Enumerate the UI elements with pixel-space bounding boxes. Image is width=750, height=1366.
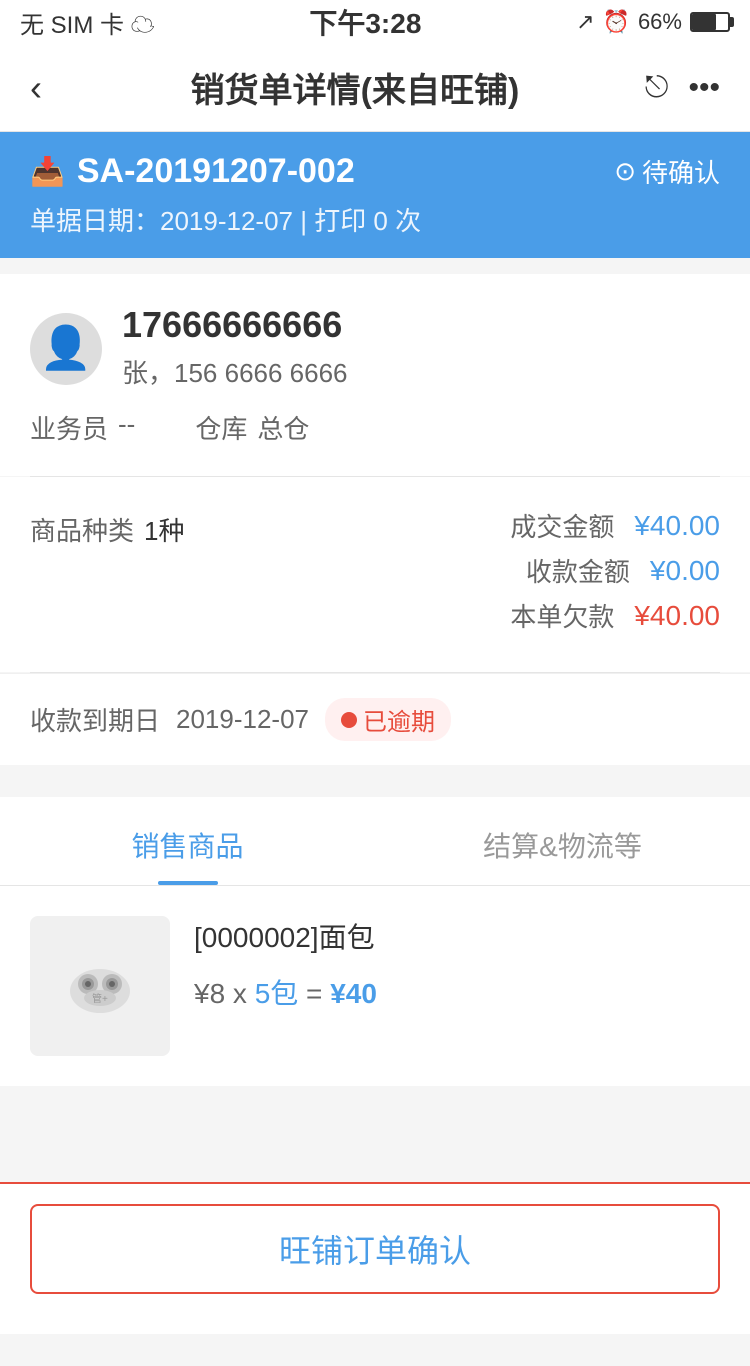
salesperson-label: 业务员 (30, 409, 108, 446)
product-list: 管+ [0000002]面包 ¥8 x 5包 = ¥40 (0, 886, 750, 1086)
avatar: 👤 (30, 313, 102, 385)
debt-amount-label: 本单欠款 (510, 597, 614, 634)
deal-amount-label: 成交金额 (510, 507, 614, 544)
product-price: ¥8 x 5包 = ¥40 (194, 972, 720, 1012)
battery-icon (690, 12, 730, 32)
nav-actions: ⎋ ••• (620, 71, 720, 105)
bottom-bar: 旺铺订单确认 (0, 1182, 750, 1334)
salesperson-field: 业务员 -- (30, 409, 135, 446)
share-icon[interactable]: ⎋ (645, 71, 669, 105)
nav-bar: ‹ 销货单详情(来自旺铺) ⎋ ••• (0, 44, 750, 132)
overdue-dot-icon (341, 712, 357, 728)
inbox-icon: 📥 (30, 155, 65, 188)
due-date-value: 2019-12-07 (176, 704, 309, 735)
customer-section: 👤 17666666666 张，156 6666 6666 业务员 -- 仓库 … (0, 274, 750, 476)
product-item: 管+ [0000002]面包 ¥8 x 5包 = ¥40 (30, 916, 720, 1056)
order-header-banner: 📥 SA-20191207-002 ⊙ 待确认 单据日期：2019-12-07 … (0, 132, 750, 258)
deal-amount-value: ¥40.00 (634, 510, 720, 542)
more-icon[interactable]: ••• (688, 71, 720, 105)
divider-3 (0, 765, 750, 781)
order-status: ⊙ 待确认 (614, 153, 720, 190)
order-id: 📥 SA-20191207-002 (30, 152, 355, 191)
customer-top: 👤 17666666666 张，156 6666 6666 (30, 304, 720, 393)
tabs-container: 销售商品 结算&物流等 (0, 797, 750, 886)
nav-title: 销货单详情(来自旺铺) (90, 63, 620, 112)
status-time: 下午3:28 (309, 2, 421, 42)
overdue-badge: 已逾期 (325, 698, 451, 741)
price-total: ¥40 (330, 978, 377, 1009)
price-qty: 5包 (255, 978, 299, 1009)
salesperson-value: -- (118, 409, 135, 446)
debt-amount-value: ¥40.00 (634, 600, 720, 632)
warehouse-field: 仓库 总仓 (195, 409, 309, 446)
battery-percent: 66% (638, 9, 682, 35)
summary-section: 商品种类 1种 成交金额 ¥40.00 收款金额 ¥0.00 本单欠款 ¥40.… (0, 477, 750, 672)
debt-amount-row: 本单欠款 ¥40.00 (510, 597, 720, 634)
tab-sales-product[interactable]: 销售商品 (0, 797, 375, 885)
payment-amount-value: ¥0.00 (650, 555, 720, 587)
payment-amount-row: 收款金额 ¥0.00 (510, 552, 720, 589)
kind-label: 商品种类 (30, 511, 134, 548)
equals-text: = (298, 978, 330, 1009)
status-right: ↗ ⏰ 66% (576, 9, 730, 35)
customer-phone: 17666666666 (122, 304, 348, 346)
customer-name: 张，156 6666 6666 (122, 354, 348, 393)
arrow-icon: ↗ (576, 9, 594, 35)
confirm-order-button[interactable]: 旺铺订单确认 (30, 1204, 720, 1294)
product-name: [0000002]面包 (194, 916, 720, 956)
banner-top: 📥 SA-20191207-002 ⊙ 待确认 (30, 152, 720, 191)
summary-left: 商品种类 1种 (30, 507, 184, 548)
product-logo-svg: 管+ (60, 956, 140, 1016)
customer-meta: 业务员 -- 仓库 总仓 (30, 409, 720, 446)
tab-settlement[interactable]: 结算&物流等 (375, 797, 750, 885)
order-date: 单据日期：2019-12-07 | 打印 0 次 (30, 201, 720, 238)
kind-value: 1种 (144, 511, 184, 548)
product-thumbnail: 管+ (30, 916, 170, 1056)
user-icon: 👤 (40, 324, 92, 373)
clock-icon: ⊙ (614, 156, 636, 187)
due-date-section: 收款到期日 2019-12-07 已逾期 (0, 673, 750, 765)
alarm-icon: ⏰ (603, 9, 630, 35)
deal-amount-row: 成交金额 ¥40.00 (510, 507, 720, 544)
warehouse-value: 总仓 (257, 409, 309, 446)
product-info: [0000002]面包 ¥8 x 5包 = ¥40 (194, 916, 720, 1012)
customer-details: 17666666666 张，156 6666 6666 (122, 304, 348, 393)
payment-amount-label: 收款金额 (526, 552, 630, 589)
sim-label: 无 SIM 卡 ☁ (20, 5, 155, 40)
product-placeholder-icon: 管+ (60, 956, 140, 1016)
status-bar: 无 SIM 卡 ☁ 下午3:28 ↗ ⏰ 66% (0, 0, 750, 44)
price-text: ¥8 x (194, 978, 255, 1009)
summary-right: 成交金额 ¥40.00 收款金额 ¥0.00 本单欠款 ¥40.00 (510, 507, 720, 642)
product-kind: 商品种类 1种 (30, 511, 184, 548)
due-date-label: 收款到期日 (30, 701, 160, 738)
back-button[interactable]: ‹ (30, 67, 90, 109)
status-left: 无 SIM 卡 ☁ (20, 5, 155, 40)
warehouse-label: 仓库 (195, 409, 247, 446)
svg-text:管+: 管+ (92, 992, 108, 1005)
